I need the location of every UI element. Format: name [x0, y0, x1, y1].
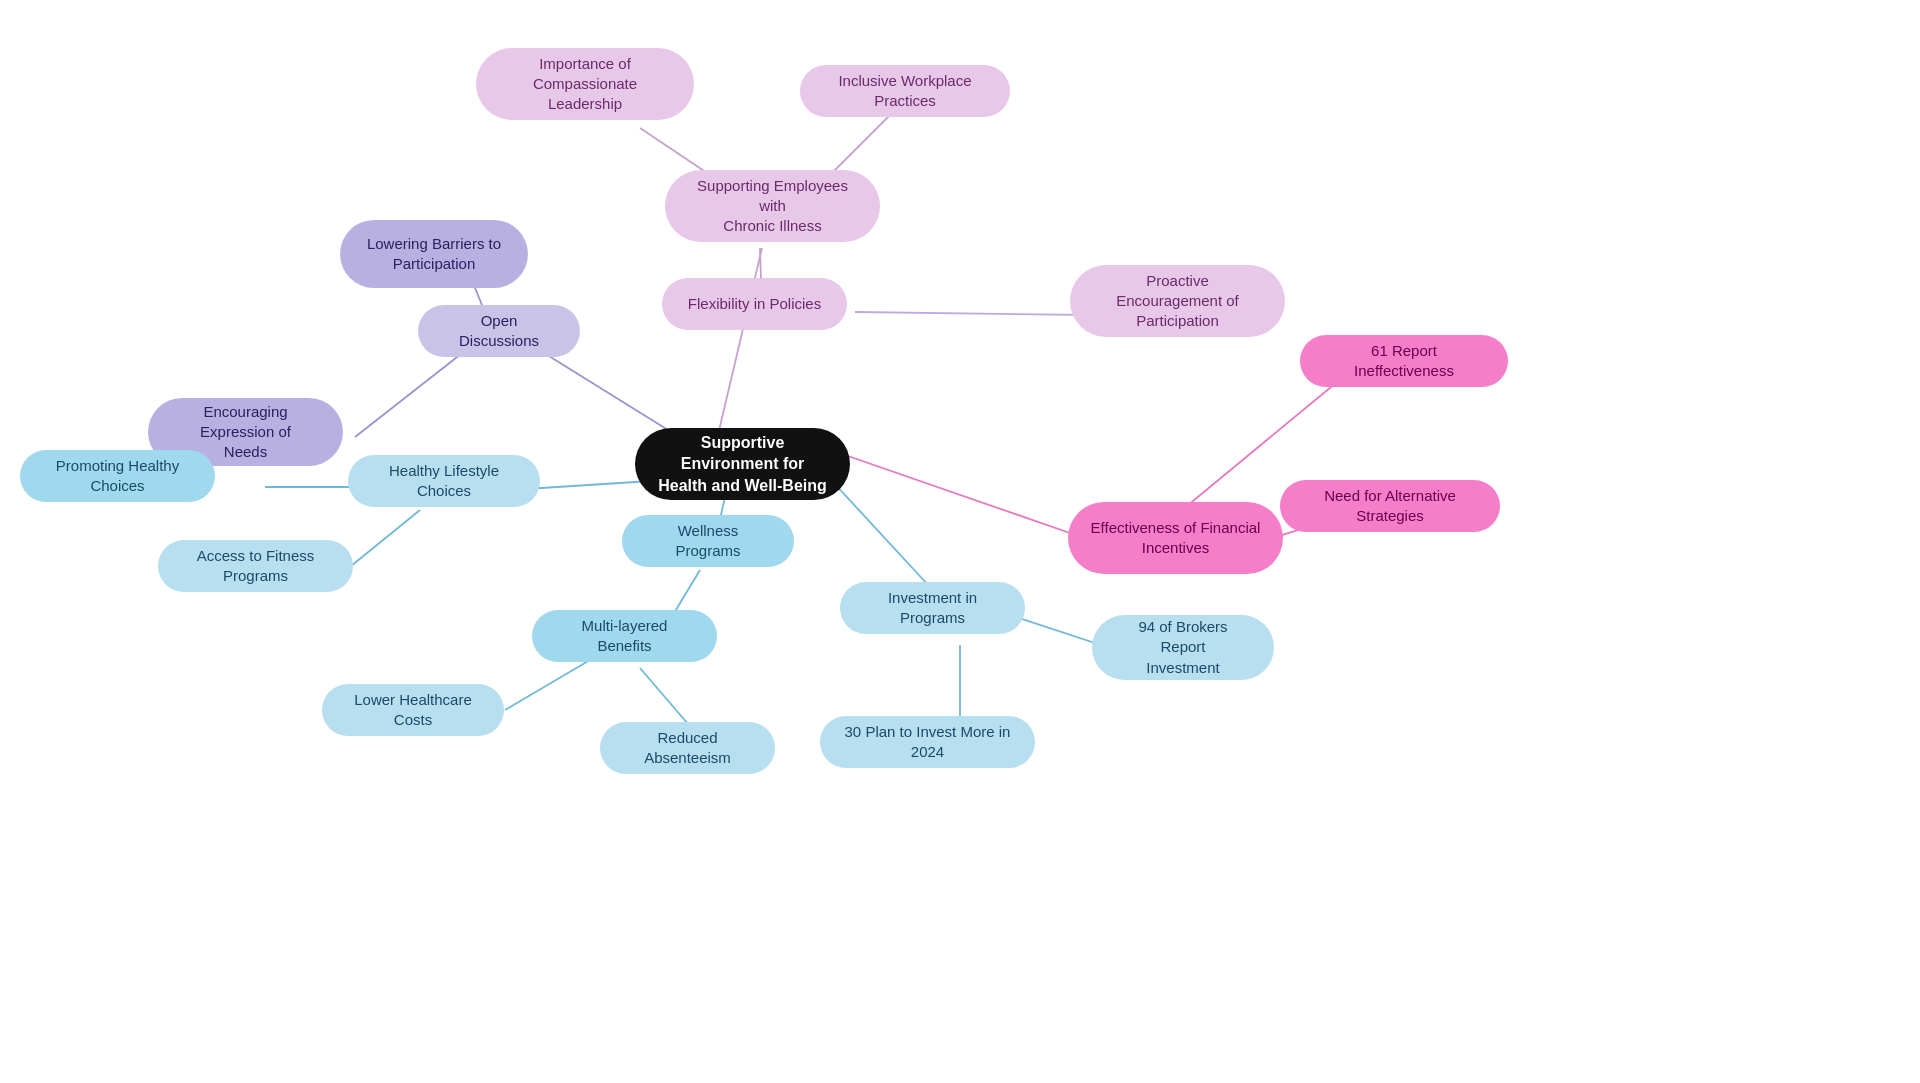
node-wellness-programs: Wellness Programs: [622, 515, 794, 567]
node-need-alternative: Need for Alternative Strategies: [1280, 480, 1500, 532]
svg-line-8: [845, 455, 1090, 540]
node-importance-leadership: Importance of CompassionateLeadership: [476, 48, 694, 120]
node-brokers-report: 94 of Brokers ReportInvestment: [1092, 615, 1274, 680]
node-reduced-absenteeism: Reduced Absenteeism: [600, 722, 775, 774]
node-inclusive-workplace: Inclusive Workplace Practices: [800, 65, 1010, 117]
node-proactive-encouragement: Proactive Encouragement ofParticipation: [1070, 265, 1285, 337]
node-lower-healthcare: Lower Healthcare Costs: [322, 684, 504, 736]
node-open-discussions: Open Discussions: [418, 305, 580, 357]
center-node: Supportive Environment forHealth and Wel…: [635, 428, 850, 500]
node-multi-layered: Multi-layered Benefits: [532, 610, 717, 662]
svg-line-3: [718, 248, 762, 435]
node-promoting-healthy: Promoting Healthy Choices: [20, 450, 215, 502]
node-plan-invest: 30 Plan to Invest More in 2024: [820, 716, 1035, 768]
node-access-fitness: Access to Fitness Programs: [158, 540, 353, 592]
svg-line-2: [355, 343, 475, 437]
node-report-ineffectiveness: 61 Report Ineffectiveness: [1300, 335, 1508, 387]
node-investment-programs: Investment in Programs: [840, 582, 1025, 634]
node-healthy-lifestyle: Healthy Lifestyle Choices: [348, 455, 540, 507]
svg-line-7: [855, 312, 1090, 315]
node-flexibility-policies: Flexibility in Policies: [662, 278, 847, 330]
svg-line-16: [505, 660, 590, 710]
node-effectiveness-financial: Effectiveness of FinancialIncentives: [1068, 502, 1283, 574]
node-lowering-barriers: Lowering Barriers toParticipation: [340, 220, 528, 288]
node-supporting-chronic: Supporting Employees withChronic Illness: [665, 170, 880, 242]
